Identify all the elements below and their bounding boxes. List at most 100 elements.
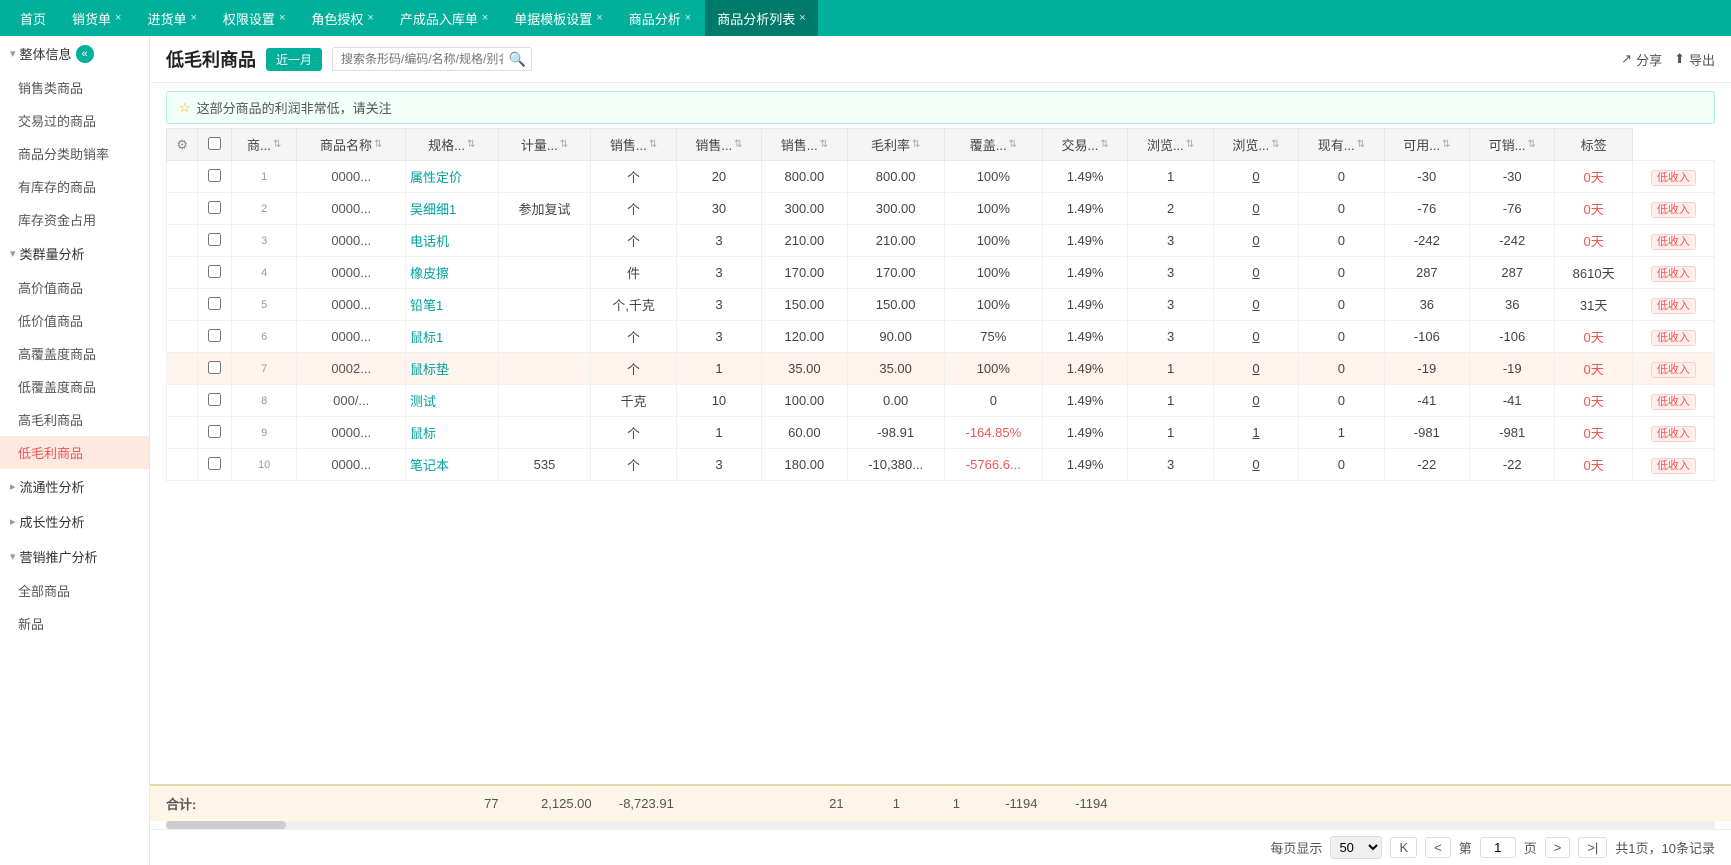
row-checkbox[interactable] [198,257,231,289]
collapse-button[interactable]: « [76,45,94,63]
date-filter-button[interactable]: 近一月 [266,48,322,71]
select-all-checkbox[interactable] [208,137,221,150]
sidebar-item-high-value[interactable]: 高价值商品 [0,271,149,304]
sidebar-item-low-coverage[interactable]: 低覆盖度商品 [0,370,149,403]
sidebar-group-growth[interactable]: ▸ 成长性分析 [0,504,149,539]
share-button[interactable]: ↗ 分享 [1621,50,1662,69]
th-unit[interactable]: 计量...⇅ [498,129,591,161]
row-view1[interactable]: 0 [1213,193,1298,225]
row-select-checkbox[interactable] [208,201,221,214]
sidebar-item-sales-products[interactable]: 销售类商品 [0,71,149,104]
close-icon[interactable]: × [115,12,121,24]
row-view1[interactable]: 0 [1213,385,1298,417]
close-icon[interactable]: × [685,12,691,24]
close-icon[interactable]: × [279,12,285,24]
sidebar-item-high-margin[interactable]: 高毛利商品 [0,403,149,436]
row-view1[interactable]: 0 [1213,225,1298,257]
nav-permissions[interactable]: 权限设置 × [211,0,297,36]
table-wrapper[interactable]: ⚙ 商...⇅ 商品名称⇅ 规格...⇅ 计量...⇅ 销售...⇅ 销售...… [150,128,1731,784]
prev-page-button[interactable]: < [1425,837,1451,858]
search-input[interactable] [332,47,532,71]
th-view1[interactable]: 浏览...⇅ [1128,129,1213,161]
row-view1[interactable]: 1 [1213,417,1298,449]
row-select-checkbox[interactable] [208,393,221,406]
last-page-button[interactable]: >| [1578,837,1607,858]
row-checkbox[interactable] [198,417,231,449]
view1-link[interactable]: 0 [1252,329,1259,344]
th-available[interactable]: 可用...⇅ [1384,129,1469,161]
sidebar-item-high-coverage[interactable]: 高覆盖度商品 [0,337,149,370]
view1-link[interactable]: 0 [1252,201,1259,216]
view1-link[interactable]: 0 [1252,233,1259,248]
th-checkbox[interactable] [198,129,231,161]
nav-product-analysis[interactable]: 商品分析 × [617,0,703,36]
row-checkbox[interactable] [198,161,231,193]
row-checkbox[interactable] [198,385,231,417]
sidebar-item-traded-products[interactable]: 交易过的商品 [0,104,149,137]
th-code[interactable]: 商...⇅ [231,129,297,161]
close-icon[interactable]: × [190,12,196,24]
row-checkbox[interactable] [198,321,231,353]
row-checkbox[interactable] [198,289,231,321]
sidebar-item-category-rate[interactable]: 商品分类助销率 [0,137,149,170]
nav-purchase[interactable]: 进货单 × [135,0,208,36]
first-page-button[interactable]: K [1390,837,1417,858]
export-button[interactable]: ⬆ 导出 [1674,50,1715,69]
nav-sales[interactable]: 销货单 × [60,0,133,36]
row-view1[interactable]: 0 [1213,289,1298,321]
page-input[interactable] [1480,837,1516,858]
close-icon[interactable]: × [799,12,805,24]
nav-product-analysis-list[interactable]: 商品分析列表 × [705,0,817,36]
nav-roles[interactable]: 角色授权 × [299,0,385,36]
view1-link[interactable]: 0 [1252,361,1259,376]
th-spec[interactable]: 规格...⇅ [405,129,498,161]
nav-templates[interactable]: 单据模板设置 × [502,0,614,36]
row-select-checkbox[interactable] [208,233,221,246]
th-sales-amount[interactable]: 销售...⇅ [676,129,761,161]
close-icon[interactable]: × [482,12,488,24]
row-select-checkbox[interactable] [208,329,221,342]
row-view1[interactable]: 0 [1213,161,1298,193]
th-gross-margin[interactable]: 毛利率⇅ [847,129,944,161]
sidebar-group-cluster[interactable]: ▾ 类群量分析 [0,236,149,271]
th-settings[interactable]: ⚙ [167,129,198,161]
row-checkbox[interactable] [198,449,231,481]
row-view1[interactable]: 0 [1213,449,1298,481]
row-select-checkbox[interactable] [208,265,221,278]
close-icon[interactable]: × [367,12,373,24]
row-checkbox[interactable] [198,225,231,257]
view1-link[interactable]: 0 [1252,169,1259,184]
row-checkbox[interactable] [198,193,231,225]
view1-link[interactable]: 0 [1252,393,1259,408]
th-tag[interactable]: 标签 [1555,129,1632,161]
sidebar-item-all-products[interactable]: 全部商品 [0,574,149,607]
th-coverage[interactable]: 覆盖...⇅ [944,129,1042,161]
close-icon[interactable]: × [596,12,602,24]
th-saleable[interactable]: 可销...⇅ [1470,129,1555,161]
row-select-checkbox[interactable] [208,169,221,182]
sidebar-item-new-products[interactable]: 新品 [0,607,149,640]
view1-link[interactable]: 1 [1252,425,1259,440]
sidebar-item-inventory-capital[interactable]: 库存资金占用 [0,203,149,236]
th-name[interactable]: 商品名称⇅ [297,129,405,161]
th-sales-qty[interactable]: 销售...⇅ [591,129,676,161]
row-select-checkbox[interactable] [208,425,221,438]
th-transaction[interactable]: 交易...⇅ [1042,129,1127,161]
sidebar-group-marketing[interactable]: ▾ 营销推广分析 [0,539,149,574]
row-view1[interactable]: 0 [1213,353,1298,385]
th-view2[interactable]: 浏览...⇅ [1213,129,1298,161]
view1-link[interactable]: 0 [1252,297,1259,312]
sidebar-group-overall[interactable]: ▾ 整体信息 « [0,36,149,71]
row-view1[interactable]: 0 [1213,321,1298,353]
row-view1[interactable]: 0 [1213,257,1298,289]
row-select-checkbox[interactable] [208,361,221,374]
row-select-checkbox[interactable] [208,457,221,470]
next-page-button[interactable]: > [1545,837,1571,858]
sidebar-item-low-margin[interactable]: 低毛利商品 [0,436,149,469]
per-page-select[interactable]: 50 20 100 [1330,836,1382,859]
th-sales-cost[interactable]: 销售...⇅ [762,129,847,161]
view1-link[interactable]: 0 [1252,457,1259,472]
row-checkbox[interactable] [198,353,231,385]
row-select-checkbox[interactable] [208,297,221,310]
sidebar-group-liquidity[interactable]: ▸ 流通性分析 [0,469,149,504]
